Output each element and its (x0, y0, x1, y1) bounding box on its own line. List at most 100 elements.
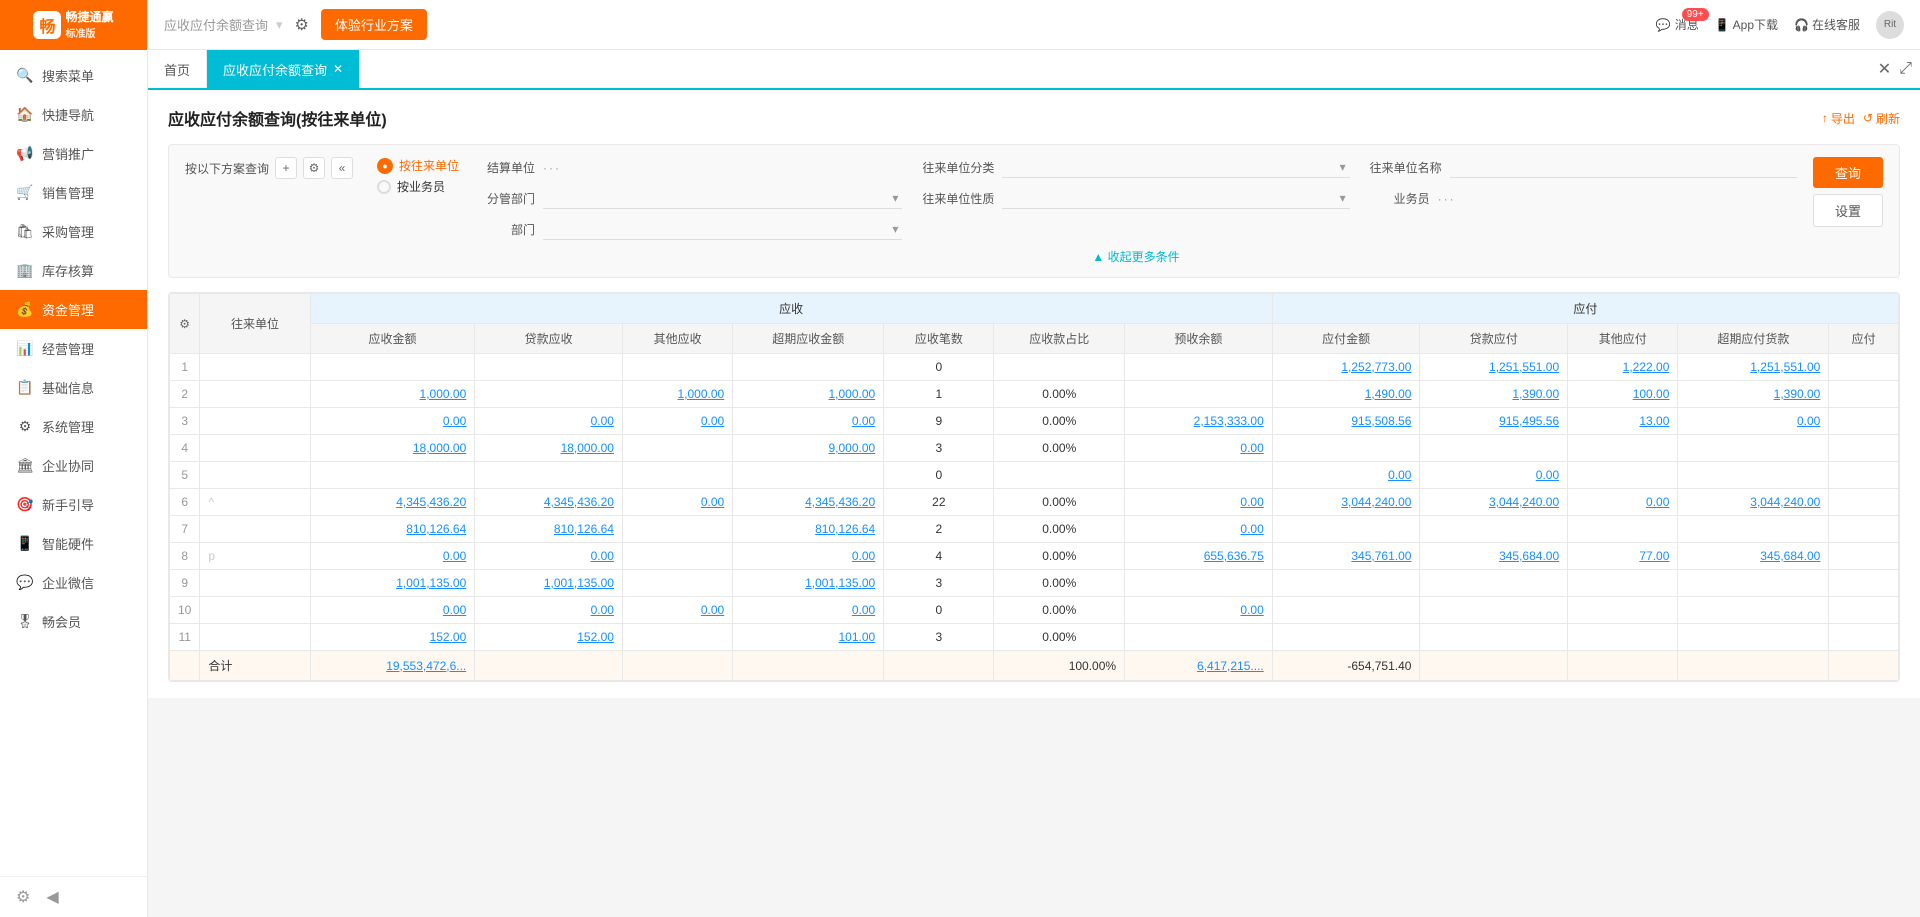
sidebar-item-quicknav[interactable]: 🏠 快捷导航 (0, 95, 147, 134)
table-row: 100.000.000.000.0000.00%0.00 (170, 597, 1899, 624)
sidebar-item-basicinfo[interactable]: 📋 基础信息 (0, 368, 147, 407)
chevron-down-icon-7: ▾ (892, 222, 898, 236)
sidebar-item-label: 企业微信 (42, 573, 94, 592)
header-right: 💬 消息 99+ 📱 App下载 🎧 在线客服 Rit (1656, 11, 1904, 39)
sidebar-item-operation[interactable]: 📊 经营管理 (0, 329, 147, 368)
enterprise-icon: 🏛 (16, 457, 34, 474)
total-ysje[interactable]: 19,553,472,6... (310, 651, 475, 681)
inventory-icon: 🏢 (16, 262, 34, 279)
sales-icon: 🛒 (16, 184, 34, 201)
sidebar-logo: 畅 畅捷通赢 标准版 (0, 0, 147, 50)
table-row: 11152.00152.00101.0030.00% (170, 624, 1899, 651)
filter-dots-1[interactable]: ··· (543, 161, 561, 175)
basicinfo-icon: 📋 (16, 379, 34, 396)
sidebar-item-wechat[interactable]: 💬 企业微信 (0, 563, 147, 602)
tab-ar-ap[interactable]: 应收应付余额查询 ✕ (207, 50, 360, 88)
tab-expand-icon[interactable]: ⤢ (1899, 60, 1912, 78)
refresh-button[interactable]: ↺ 刷新 (1863, 110, 1900, 127)
operation-icon: 📊 (16, 340, 34, 357)
ar-ap-tab-label: 应收应付余额查询 (223, 60, 327, 79)
collapse-scheme-button[interactable]: « (331, 157, 353, 179)
app-icon: 📱 (1715, 18, 1730, 32)
sidebar-item-label: 基础信息 (42, 378, 94, 397)
col-dkyf: 贷款应付 (1420, 324, 1568, 354)
settings-button[interactable]: 设置 (1813, 194, 1883, 227)
scheme-option-unit[interactable]: ● 按往来单位 (377, 157, 459, 174)
scheme-label-1: 按往来单位 (399, 157, 459, 174)
tab-home[interactable]: 首页 (148, 50, 207, 88)
logo-icon: 畅 (33, 11, 61, 39)
sidebar-bottom: ⚙ ◀ (0, 876, 147, 917)
filter-select-2[interactable]: ▾ (1002, 157, 1349, 178)
export-button[interactable]: ↑ 导出 (1822, 110, 1855, 127)
sidebar-item-member[interactable]: 🎖 畅会员 (0, 602, 147, 641)
home-tab-label: 首页 (164, 60, 190, 79)
filter-dots-6[interactable]: ··· (1438, 192, 1456, 206)
message-badge: 99+ (1682, 8, 1709, 21)
app-label: App下载 (1733, 16, 1778, 33)
sidebar-item-enterprise[interactable]: 🏛 企业协同 (0, 446, 147, 485)
col-qtyf: 其他应付 (1568, 324, 1678, 354)
total-yf (1829, 651, 1899, 681)
col-qtys: 其他应收 (622, 324, 732, 354)
export-icon: ↑ (1822, 111, 1828, 125)
query-button[interactable]: 查询 (1813, 157, 1883, 188)
scheme-options: ● 按往来单位 按业务员 (377, 157, 459, 195)
tab-close-all-icon[interactable]: ✕ (1878, 59, 1891, 79)
header-gear-icon[interactable]: ⚙ (295, 15, 309, 35)
filter-more-btn[interactable]: ▲ 收起更多条件 (475, 248, 1797, 265)
col-cqyfhk: 超期应付货款 (1678, 324, 1829, 354)
col-yfje: 应付金额 (1272, 324, 1420, 354)
header: 应收应付余额查询 ▾ ⚙ 体验行业方案 💬 消息 99+ 📱 App下载 🎧 在… (148, 0, 1920, 50)
sidebar-item-guide[interactable]: 🎯 新手引导 (0, 485, 147, 524)
breadcrumb: 应收应付余额查询 ▾ (164, 15, 283, 34)
filter-input-3[interactable] (1450, 157, 1797, 178)
sidebar-item-finance[interactable]: 💰 资金管理 (0, 290, 147, 329)
total-ysye[interactable]: 6,417,215.... (1125, 651, 1273, 681)
filter-select-5[interactable]: ▾ (1002, 188, 1349, 209)
total-yskzb: 100.00% (994, 651, 1125, 681)
home-icon: 🏠 (16, 106, 34, 123)
filter-more-label: 收起更多条件 (1108, 250, 1180, 264)
filter-label-3: 往来单位名称 (1370, 159, 1442, 176)
sidebar-item-system[interactable]: ⚙ 系统管理 (0, 407, 147, 446)
sidebar-item-inventory[interactable]: 🏢 库存核算 (0, 251, 147, 290)
breadcrumb-arrow-icon[interactable]: ▾ (276, 17, 283, 33)
sidebar-collapse-icon[interactable]: ◀ (46, 887, 58, 907)
avatar[interactable]: Rit (1876, 11, 1904, 39)
filter-scheme-label: 按以下方案查询 (185, 160, 269, 177)
sidebar-item-marketing[interactable]: 📢 营销推广 (0, 134, 147, 173)
table-row: 7810,126.64810,126.64810,126.6420.00%0.0… (170, 516, 1899, 543)
scheme-option-staff[interactable]: 按业务员 (377, 178, 459, 195)
solution-button[interactable]: 体验行业方案 (321, 9, 427, 40)
page-inner: 应收应付余额查询(按往来单位) ↑ 导出 ↺ 刷新 (148, 90, 1920, 698)
filter-label-4: 分管部门 (475, 190, 535, 207)
sidebar-item-hardware[interactable]: 📱 智能硬件 (0, 524, 147, 563)
sidebar: 畅 畅捷通赢 标准版 🔍 搜索菜单 🏠 快捷导航 📢 营销推广 🛒 销售管理 🛍… (0, 0, 148, 917)
table-row: 500.000.00 (170, 462, 1899, 489)
app-download-link[interactable]: 📱 App下载 (1715, 16, 1778, 33)
sidebar-item-purchase[interactable]: 🛍 采购管理 (0, 212, 147, 251)
sidebar-item-sales[interactable]: 🛒 销售管理 (0, 173, 147, 212)
filter-select-4[interactable]: ▾ (543, 188, 902, 209)
filter-select-7[interactable]: ▾ (543, 219, 902, 240)
tab-close-icon[interactable]: ✕ (333, 62, 343, 76)
table-gear-th[interactable]: ⚙ (170, 294, 200, 354)
sidebar-item-search[interactable]: 🔍 搜索菜单 (0, 56, 147, 95)
chevron-up-icon: ▲ (1092, 250, 1104, 264)
table-row: 101,252,773.001,251,551.001,222.001,251,… (170, 354, 1899, 381)
add-scheme-button[interactable]: + (275, 157, 297, 179)
filter-row-7: 部门 ▾ (475, 219, 902, 240)
filter-label-1: 结算单位 (475, 159, 535, 176)
filter-row-6: 业务员 ··· (1370, 188, 1797, 209)
total-dkys (475, 651, 623, 681)
sidebar-settings-icon[interactable]: ⚙ (16, 887, 30, 907)
data-table: ⚙ 往来单位 应收 应付 应收金额 贷款应收 其他应收 超期应收金额 应收笔数 … (169, 293, 1899, 681)
chevron-down-icon-4: ▾ (892, 191, 898, 205)
edit-scheme-button[interactable]: ⚙ (303, 157, 325, 179)
sidebar-item-label: 营销推广 (42, 144, 94, 163)
filter-row-5: 往来单位性质 ▾ (922, 188, 1349, 209)
service-link[interactable]: 🎧 在线客服 (1794, 16, 1860, 33)
hardware-icon: 📱 (16, 535, 34, 552)
message-button[interactable]: 💬 消息 99+ (1656, 16, 1699, 33)
